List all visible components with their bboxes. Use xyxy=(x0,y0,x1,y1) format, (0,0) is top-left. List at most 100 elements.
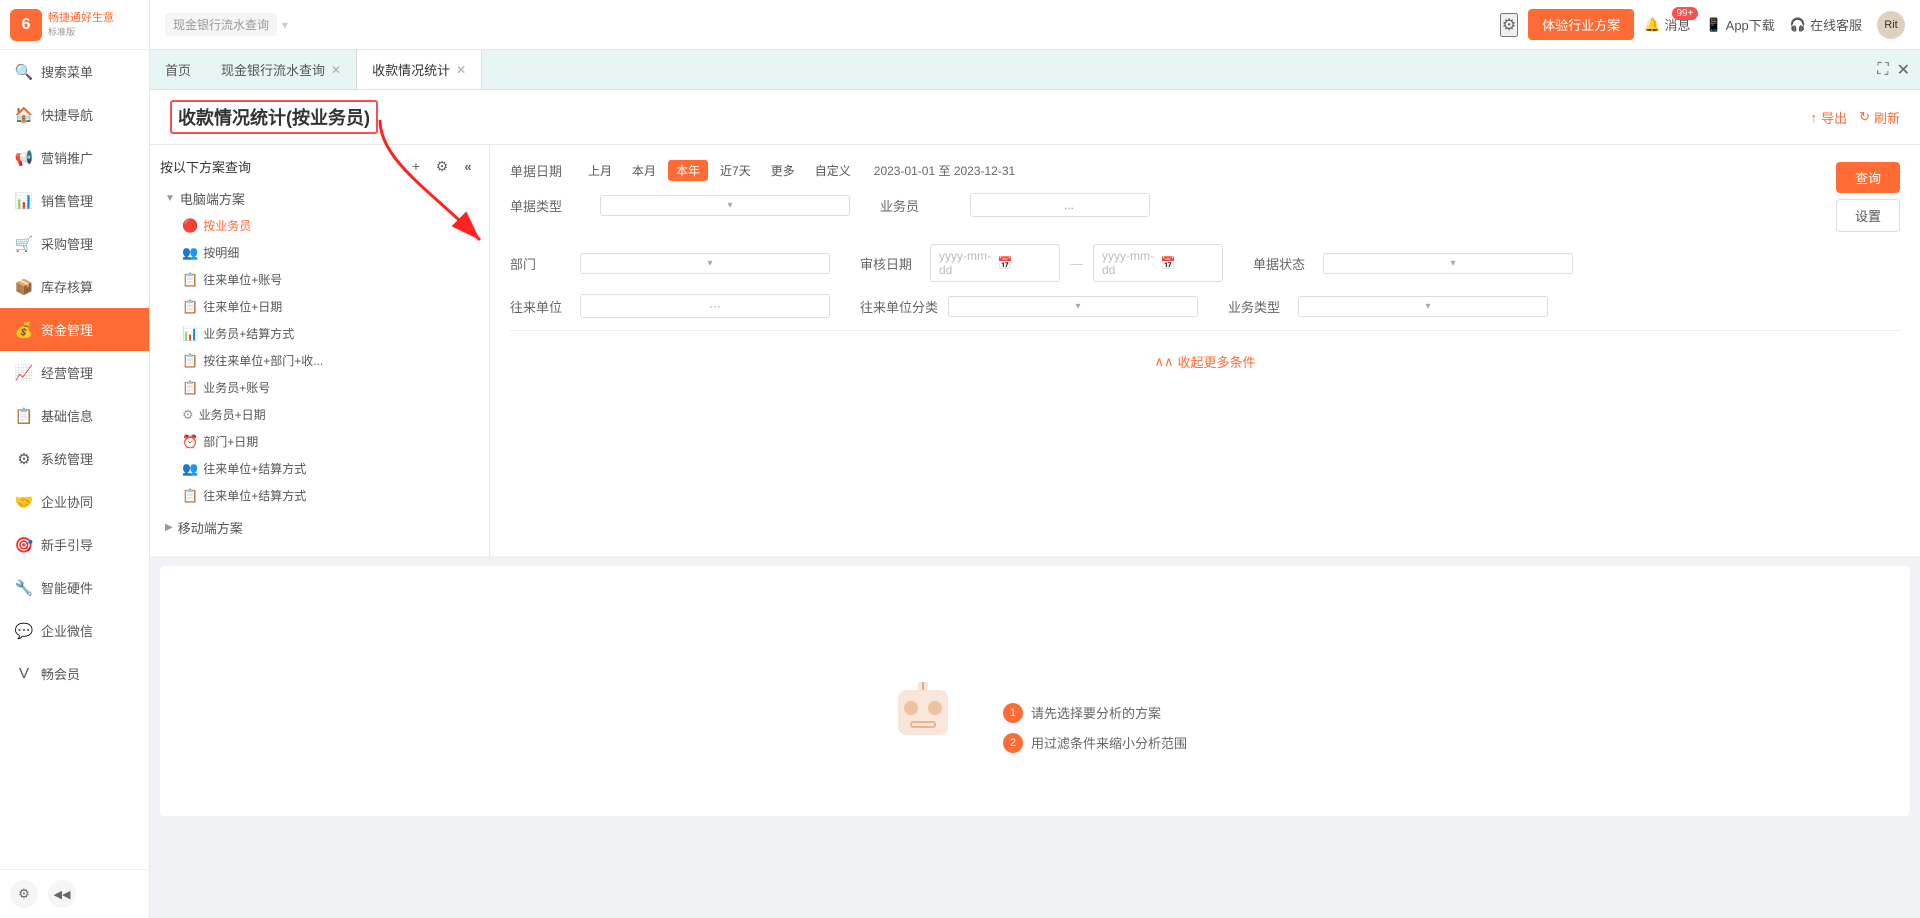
tab-close-collection-stats[interactable]: ✕ xyxy=(456,63,466,77)
empty-steps: 1 请先选择要分析的方案 2 用过滤条件来缩小分析范围 xyxy=(1003,703,1187,753)
sidebar-item-quick-nav[interactable]: 🏠 快捷导航 xyxy=(0,93,149,136)
gear-button[interactable]: ⚙ xyxy=(1500,13,1518,37)
sidebar-nav: 🔍 搜索菜单 🏠 快捷导航 📢 营销推广 📊 销售管理 🛒 采购管理 📦 库存核… xyxy=(0,50,149,869)
query-button[interactable]: 查询 xyxy=(1836,162,1900,193)
finance-icon: 💰 xyxy=(15,321,33,339)
scheme-add-button[interactable]: + xyxy=(405,155,427,177)
tab-bar-actions: ⛶ ✕ xyxy=(1867,50,1920,89)
scheme-item-unit-settlement2[interactable]: 📋 往来单位+结算方式 xyxy=(160,482,479,509)
scheme-item-unit-dept[interactable]: 📋 按往来单位+部门+收... xyxy=(160,347,479,374)
date-tab-custom[interactable]: 自定义 xyxy=(807,160,859,181)
sidebar-item-basic[interactable]: 📋 基础信息 xyxy=(0,394,149,437)
sidebar-item-enterprise[interactable]: 🤝 企业协同 xyxy=(0,480,149,523)
scheme-group-desktop-header[interactable]: ▼ 电脑端方案 xyxy=(160,185,479,212)
date-tab-this-year[interactable]: 本年 xyxy=(668,160,708,181)
date-tab-more[interactable]: 更多 xyxy=(763,160,803,181)
salesperson-select[interactable]: ... xyxy=(970,193,1150,217)
tab-window-close-icon[interactable]: ✕ xyxy=(1897,60,1910,80)
doc-type-select[interactable]: ▾ xyxy=(600,195,850,216)
scheme-item-dept-date[interactable]: ⏰ 部门+日期 xyxy=(160,428,479,455)
breadcrumb-chevron-icon: ▾ xyxy=(282,18,288,32)
review-date-start[interactable]: yyyy-mm-dd 📅 xyxy=(930,244,1060,282)
tab-close-bank-flow[interactable]: ✕ xyxy=(331,63,341,77)
group-expand-icon: ▼ xyxy=(165,193,175,204)
counterpart-category-select[interactable]: ▾ xyxy=(948,296,1198,317)
scheme-item-salesperson-account[interactable]: 📋 业务员+账号 xyxy=(160,374,479,401)
date-tab-this-month[interactable]: 本月 xyxy=(624,160,664,181)
customer-service-button[interactable]: 🎧 在线客服 xyxy=(1790,15,1862,34)
date-tab-last7[interactable]: 近7天 xyxy=(712,160,759,181)
bell-icon: 🔔 xyxy=(1644,17,1660,33)
doc-status-select[interactable]: ▾ xyxy=(1323,253,1573,274)
service-icon: 🎧 xyxy=(1790,17,1806,33)
tab-home[interactable]: 首页 xyxy=(150,50,206,89)
step-2-number: 2 xyxy=(1003,733,1023,753)
filter-date-section: 单据日期 上月 本月 本年 近7天 更多 自定义 2023-01-01 至 20… xyxy=(510,160,1816,229)
sidebar-item-marketing[interactable]: 📢 营销推广 xyxy=(0,136,149,179)
tab-maximize-icon[interactable]: ⛶ xyxy=(1877,61,1888,79)
sidebar-item-hardware[interactable]: 🔧 智能硬件 xyxy=(0,566,149,609)
date-range-display: 2023-01-01 至 2023-12-31 xyxy=(874,162,1015,179)
sidebar-item-wechat[interactable]: 💬 企业微信 xyxy=(0,609,149,652)
sidebar-item-inventory[interactable]: 📦 库存核算 xyxy=(0,265,149,308)
scheme-item-salesperson-settlement[interactable]: 📊 业务员+结算方式 xyxy=(160,320,479,347)
scheme-group-mobile-header[interactable]: ▶ 移动端方案 xyxy=(160,514,479,541)
scheme-item-by-mingxi[interactable]: 👥 按明细 xyxy=(160,239,479,266)
scheme-panel: 按以下方案查询 + ⚙ « ▼ 电脑端方案 🔴 xyxy=(150,145,490,556)
empty-step-2: 2 用过滤条件来缩小分析范围 xyxy=(1003,733,1187,753)
unit-date-icon: 📋 xyxy=(182,299,198,315)
salesperson-dots-icon[interactable]: ... xyxy=(1064,198,1141,212)
dept-select[interactable]: ▾ xyxy=(580,253,830,274)
scheme-item-unit-account[interactable]: 📋 往来单位+账号 xyxy=(160,266,479,293)
salesperson-account-icon: 📋 xyxy=(182,380,198,396)
refresh-icon: ↻ xyxy=(1859,109,1870,125)
sidebar-item-finance[interactable]: 💰 资金管理 xyxy=(0,308,149,351)
filter-area: 单据日期 上月 本月 本年 近7天 更多 自定义 2023-01-01 至 20… xyxy=(490,145,1920,556)
business-type-select[interactable]: ▾ xyxy=(1298,296,1548,317)
filter-row-counterpart: 往来单位 ··· 往来单位分类 ▾ 业务类型 ▾ xyxy=(510,294,1900,318)
calendar-icon: 📅 xyxy=(998,256,1052,270)
refresh-button[interactable]: ↻ 刷新 xyxy=(1859,108,1900,127)
sidebar-item-operations[interactable]: 📈 经营管理 xyxy=(0,351,149,394)
tab-bank-flow[interactable]: 现金银行流水查询 ✕ xyxy=(206,50,357,89)
sidebar-item-sales[interactable]: 📊 销售管理 xyxy=(0,179,149,222)
settings-button[interactable]: 设置 xyxy=(1836,199,1900,232)
review-date-end[interactable]: yyyy-mm-dd 📅 xyxy=(1093,244,1223,282)
scheme-item-unit-date[interactable]: 📋 往来单位+日期 xyxy=(160,293,479,320)
scheme-item-salesperson-date[interactable]: ⚙ 业务员+日期 xyxy=(160,401,479,428)
operations-icon: 📈 xyxy=(15,364,33,382)
scheme-panel-header: 按以下方案查询 + ⚙ « xyxy=(160,155,479,177)
sidebar-item-purchase[interactable]: 🛒 采购管理 xyxy=(0,222,149,265)
scheme-item-unit-settlement1[interactable]: 👥 往来单位+结算方式 xyxy=(160,455,479,482)
doc-status-chevron-icon: ▾ xyxy=(1451,258,1565,269)
app-download-button[interactable]: 📱 App下载 xyxy=(1705,15,1774,34)
scheme-collapse-button[interactable]: « xyxy=(457,155,479,177)
counterpart-select[interactable]: ··· xyxy=(580,294,830,318)
tab-collection-stats[interactable]: 收款情况统计 ✕ xyxy=(357,50,482,89)
sidebar-item-guide[interactable]: 🎯 新手引导 xyxy=(0,523,149,566)
mingxi-icon: 👥 xyxy=(182,245,198,261)
export-button[interactable]: ↑ 导出 xyxy=(1811,108,1848,127)
step-1-number: 1 xyxy=(1003,703,1023,723)
sidebar-item-member[interactable]: V 畅会员 xyxy=(0,652,149,695)
scheme-settings-button[interactable]: ⚙ xyxy=(431,155,453,177)
business-type-label: 业务类型 xyxy=(1228,297,1288,316)
date-label: 单据日期 xyxy=(510,161,570,180)
collapse-filter-button[interactable]: ∧∧ 收起更多条件 xyxy=(1146,344,1263,379)
sidebar-settings-btn[interactable]: ⚙ xyxy=(10,880,38,908)
dept-chevron-icon: ▾ xyxy=(708,258,822,269)
scheme-item-by-salesperson[interactable]: 🔴 按业务员 xyxy=(160,212,479,239)
notification-button[interactable]: 🔔 消息 99+ xyxy=(1644,15,1690,34)
sidebar-collapse-btn[interactable]: ◀◀ xyxy=(48,880,76,908)
sidebar-item-system[interactable]: ⚙ 系统管理 xyxy=(0,437,149,480)
salesperson-date-icon: ⚙ xyxy=(182,407,194,423)
sidebar-footer: ⚙ ◀◀ xyxy=(0,869,149,918)
date-tab-last-month[interactable]: 上月 xyxy=(580,160,620,181)
trial-button[interactable]: 体验行业方案 xyxy=(1528,9,1634,40)
calendar-end-icon: 📅 xyxy=(1161,256,1215,270)
sidebar-item-search[interactable]: 🔍 搜索菜单 xyxy=(0,50,149,93)
unit-dept-icon: 📋 xyxy=(182,353,198,369)
counterpart-dots-icon[interactable]: ··· xyxy=(709,299,821,313)
avatar[interactable]: Rit xyxy=(1877,11,1905,39)
body-layout: 按以下方案查询 + ⚙ « ▼ 电脑端方案 🔴 xyxy=(150,145,1920,556)
